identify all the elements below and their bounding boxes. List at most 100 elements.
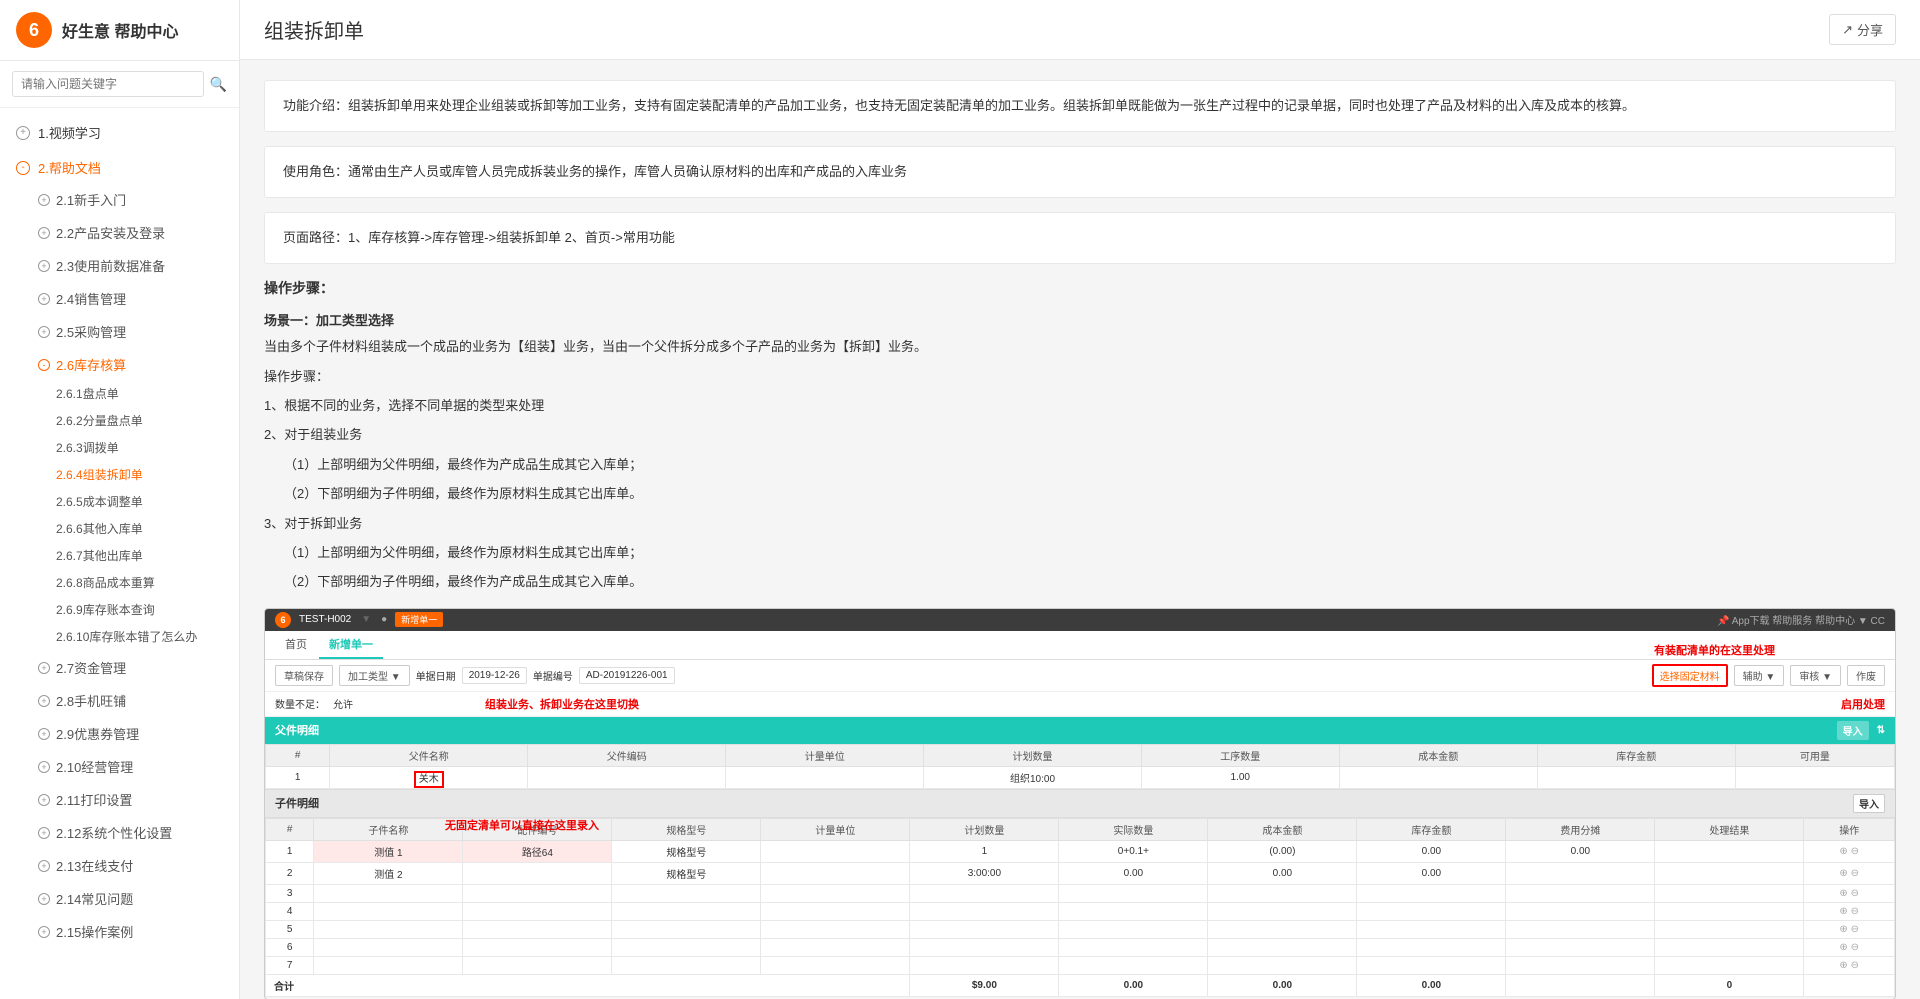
nav-sub-section-inventory: - 2.6库存核算 2.6.1盘点单 2.6.2分量盘点单 2.6.3调拨单 2… xyxy=(38,349,239,650)
sm-plus-icon8: + xyxy=(38,728,50,740)
mock-child-col-plan-qty: 计划数量 xyxy=(910,818,1059,840)
cell-spec: 规格型号 xyxy=(612,840,761,862)
steps-title: 操作步骤： xyxy=(264,365,1896,388)
mock-child-col-actual-qty: 实际数量 xyxy=(1059,818,1208,840)
mock-date-value[interactable]: 2019-12-26 xyxy=(462,667,527,684)
mock-child-col-ops: 操作 xyxy=(1804,818,1895,840)
sm-plus-icon14: + xyxy=(38,926,50,938)
annotation-enable-area: 启用处理 xyxy=(1841,696,1885,712)
cell-ops[interactable]: ⊕ ⊖ xyxy=(1804,862,1895,884)
mock-parent-table: # 父件名称 父件编码 计量单位 计划数量 工序数量 成本金额 库存金额 可用量 xyxy=(265,744,1895,789)
sidebar-item-inventory-263[interactable]: 2.6.3调拨单 xyxy=(56,434,239,461)
sm-plus-icon5: + xyxy=(38,326,50,338)
mock-footer-val6: 0 xyxy=(1655,974,1804,996)
mock-no-label: 单据编号 xyxy=(533,668,573,683)
nav-section-docs: - 2.帮助文档 + 2.1新手入门 + 2.2产品安装及登录 xyxy=(0,151,239,947)
mock-btn-type-select[interactable]: 加工类型 ▼ xyxy=(339,665,410,686)
sidebar-item-sales[interactable]: + 2.4销售管理 xyxy=(38,283,239,314)
info-text-1: 功能介绍：组装拆卸单用来处理企业组装或拆卸等加工业务，支持有固定装配清单的产品加… xyxy=(283,98,1635,113)
mock-child-col-spec: 规格型号 xyxy=(612,818,761,840)
mock-no-value[interactable]: AD-20191226-001 xyxy=(579,667,675,684)
sidebar-item-purchase[interactable]: + 2.5采购管理 xyxy=(38,316,239,347)
mock-child-table: # 子件名称 配件编号 规格型号 计量单位 计划数量 实际数量 成本金额 库存金… xyxy=(265,818,1895,997)
search-area: 🔍 xyxy=(0,61,239,108)
mock-tab-home[interactable]: 首页 xyxy=(275,631,317,659)
nav-sub-section-beginner: + 2.1新手入门 xyxy=(38,184,239,215)
sidebar-item-inventory[interactable]: - 2.6库存核算 xyxy=(38,349,239,380)
mock-child-section-label: 子件明细 xyxy=(275,795,319,811)
nav-section-video: + 1.视频学习 xyxy=(0,116,239,149)
mock-parent-col-num: # xyxy=(266,744,330,766)
sidebar-item-inventory-2610[interactable]: 2.6.10库存账本错了怎么办 xyxy=(56,623,239,650)
info-box-2: 使用角色：通常由生产人员或库管人员完成拆装业务的操作，库管人员确认原材料的出库和… xyxy=(264,146,1896,198)
mock-footer-label: 合计 xyxy=(266,974,910,996)
sidebar-item-inventory-268[interactable]: 2.6.8商品成本重算 xyxy=(56,569,239,596)
sidebar-item-inventory-266[interactable]: 2.6.6其他入库单 xyxy=(56,515,239,542)
mock-btn-review[interactable]: 审核 ▼ xyxy=(1790,665,1841,686)
mock-child-col-stock-amt: 库存金额 xyxy=(1357,818,1506,840)
sm-plus-icon9: + xyxy=(38,761,50,773)
sidebar-item-cases[interactable]: + 2.15操作案例 xyxy=(38,916,239,947)
cell-plan-qty: 组织10:00 xyxy=(924,766,1142,788)
sidebar-item-finance[interactable]: + 2.7资金管理 xyxy=(38,652,239,683)
mock-child-col-cost: 成本金额 xyxy=(1208,818,1357,840)
share-icon: ↗ xyxy=(1842,22,1853,38)
mock-parent-resize: ⇅ xyxy=(1877,725,1885,736)
cell-stock-amt: 0.00 xyxy=(1357,862,1506,884)
sidebar-item-mobile-label: 2.8手机旺铺 xyxy=(56,691,126,710)
sidebar-item-mgmt[interactable]: + 2.10经营管理 xyxy=(38,751,239,782)
sidebar-item-inventory-267[interactable]: 2.6.7其他出库单 xyxy=(56,542,239,569)
sidebar-item-settings[interactable]: + 2.12系统个性化设置 xyxy=(38,817,239,848)
share-button[interactable]: ↗ 分享 xyxy=(1829,14,1896,45)
sidebar-item-inventory-269[interactable]: 2.6.9库存账本查询 xyxy=(56,596,239,623)
sidebar-item-coupon[interactable]: + 2.9优惠券管理 xyxy=(38,718,239,749)
mock-footer-val2: 0.00 xyxy=(1059,974,1208,996)
mock-child-btn-import[interactable]: 导入 xyxy=(1853,794,1885,813)
step3-1: （1）上部明细为父件明细，最终作为原材料生成其它出库单； xyxy=(264,541,1896,564)
step3: 3、对于拆卸业务 xyxy=(264,512,1896,535)
info-text-3: 页面路径：1、库存核算->库存管理->组装拆卸单 2、首页->常用功能 xyxy=(283,230,675,245)
mock-parent-btn-add[interactable]: 导入 xyxy=(1837,721,1869,740)
sidebar-item-faq[interactable]: + 2.14常见问题 xyxy=(38,883,239,914)
sidebar-item-inventory-262[interactable]: 2.6.2分量盘点单 xyxy=(56,407,239,434)
sidebar-item-inventory-265[interactable]: 2.6.5成本调整单 xyxy=(56,488,239,515)
sm-plus-icon13: + xyxy=(38,893,50,905)
annotation-enable-text: 启用处理 xyxy=(1841,696,1885,712)
sidebar-item-inventory-264[interactable]: 2.6.4组装拆卸单 xyxy=(56,461,239,488)
mock-tab-current[interactable]: 新增单一 xyxy=(319,631,383,659)
sidebar-item-install[interactable]: + 2.2产品安装及登录 xyxy=(38,217,239,248)
sidebar-item-data[interactable]: + 2.3使用前数据准备 xyxy=(38,250,239,281)
cell-num: 2 xyxy=(266,862,314,884)
scene1-desc: 当由多个子件材料组装成一个成品的业务为【组装】业务，当由一个父件拆分成多个子产品… xyxy=(264,335,1896,358)
sidebar-item-faq-label: 2.14常见问题 xyxy=(56,889,133,908)
sidebar-item-docs[interactable]: - 2.帮助文档 xyxy=(0,151,239,184)
info-text-2: 使用角色：通常由生产人员或库管人员完成拆装业务的操作，库管人员确认原材料的出库和… xyxy=(283,164,907,179)
sidebar-item-beginner[interactable]: + 2.1新手入门 xyxy=(38,184,239,215)
mock-btn-delete[interactable]: 作废 xyxy=(1847,665,1885,686)
sidebar-item-payment[interactable]: + 2.13在线支付 xyxy=(38,850,239,881)
search-icon[interactable]: 🔍 xyxy=(210,76,227,93)
sm-plus-icon4: + xyxy=(38,293,50,305)
sidebar-item-inventory-261[interactable]: 2.6.1盘点单 xyxy=(56,380,239,407)
mock-btn-save-draft[interactable]: 草稿保存 xyxy=(275,665,333,686)
search-input[interactable] xyxy=(12,71,204,97)
cell-num: 1 xyxy=(266,766,330,788)
table-row: 7⊕ ⊖ xyxy=(266,956,1895,974)
cell-avail xyxy=(1735,766,1894,788)
main-header: 组装拆卸单 ↗ 分享 xyxy=(240,0,1920,60)
sidebar-item-payment-label: 2.13在线支付 xyxy=(56,856,133,875)
mock-parent-col-unit: 计量单位 xyxy=(726,744,924,766)
sidebar-item-video[interactable]: + 1.视频学习 xyxy=(0,116,239,149)
mock-btn-select-material[interactable]: 选择固定材料 xyxy=(1652,664,1728,687)
nav-sub-section-mobile: + 2.8手机旺铺 xyxy=(38,685,239,716)
nav-sub-section-faq: + 2.14常见问题 xyxy=(38,883,239,914)
mock-child-col-result: 处理结果 xyxy=(1655,818,1804,840)
annotation-fixed-bom: 有装配清单的在这里处理 xyxy=(1654,642,1775,658)
sidebar-item-mobile[interactable]: + 2.8手机旺铺 xyxy=(38,685,239,716)
mock-logo: 6 xyxy=(275,612,291,628)
cell-ops[interactable]: ⊕ ⊖ xyxy=(1804,840,1895,862)
mock-btn-more[interactable]: 辅助 ▼ xyxy=(1734,665,1785,686)
info-box-1: 功能介绍：组装拆卸单用来处理企业组装或拆卸等加工业务，支持有固定装配清单的产品加… xyxy=(264,80,1896,132)
nav-sub-section-install: + 2.2产品安装及登录 xyxy=(38,217,239,248)
sidebar-item-print[interactable]: + 2.11打印设置 xyxy=(38,784,239,815)
